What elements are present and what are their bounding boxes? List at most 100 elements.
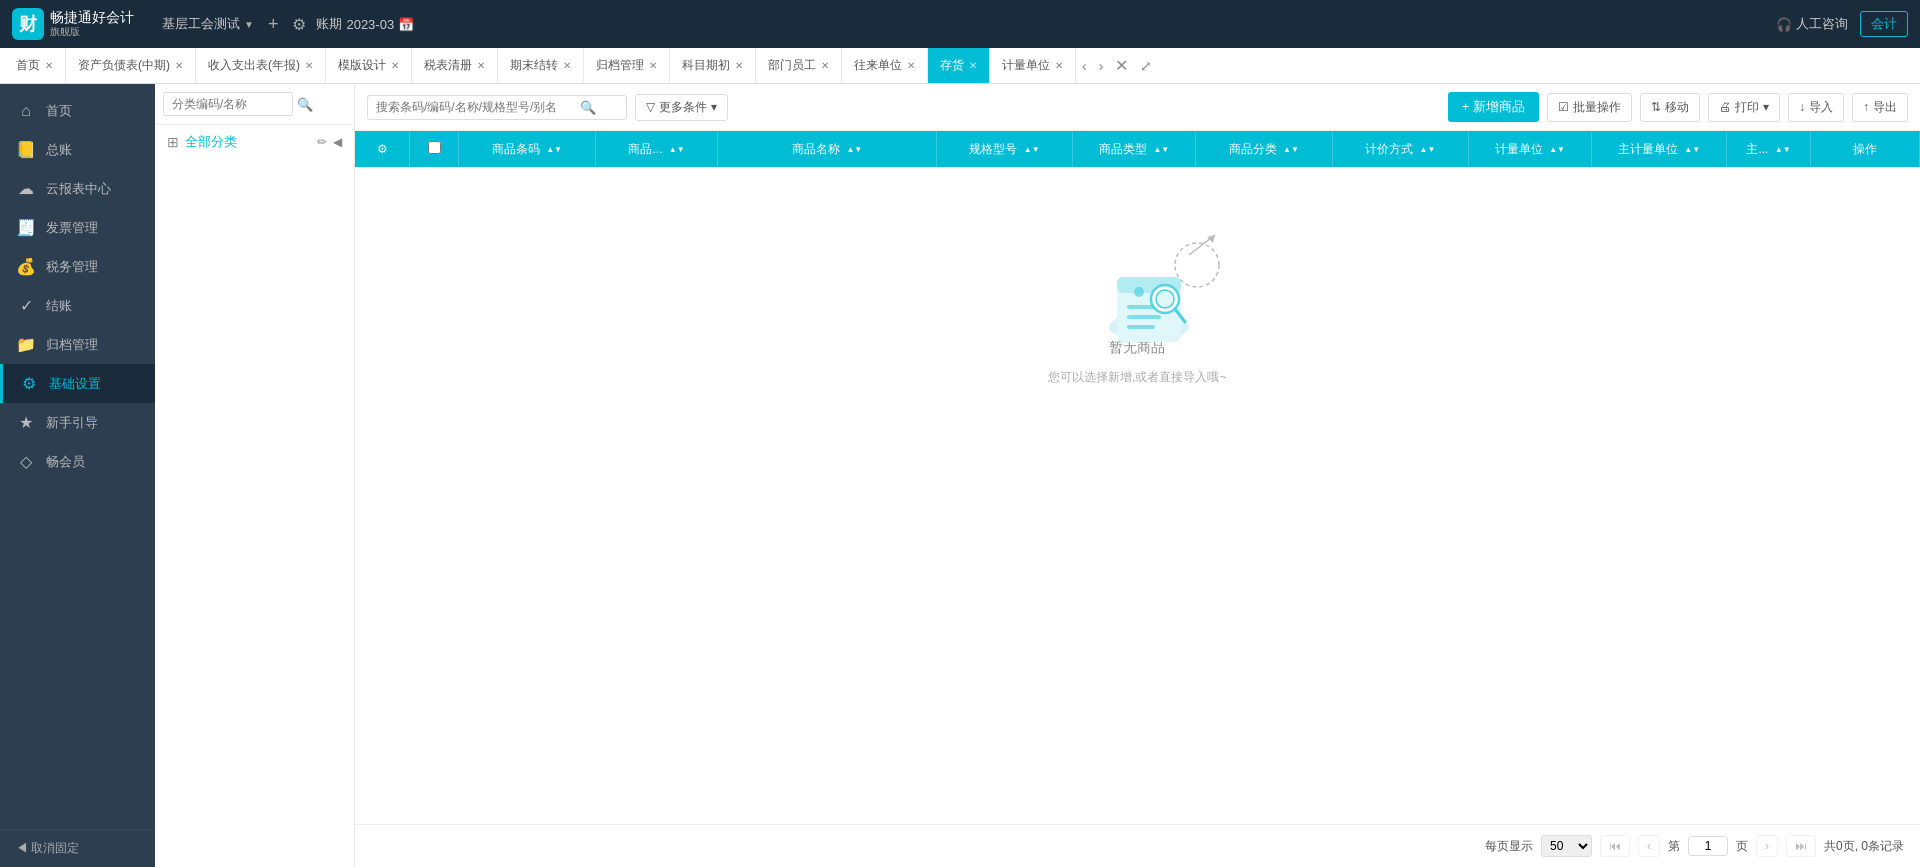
sort-icon[interactable]: ▲▼ (1549, 145, 1565, 154)
filter-button[interactable]: ▽ 更多条件 ▾ (635, 94, 728, 121)
close-icon[interactable]: ✕ (1055, 60, 1063, 71)
sort-icon[interactable]: ▲▼ (546, 145, 562, 154)
close-icon[interactable]: ✕ (821, 60, 829, 71)
close-icon[interactable]: ✕ (477, 60, 485, 71)
close-icon[interactable]: ✕ (305, 60, 313, 71)
settings-icon[interactable]: ⚙ (292, 15, 306, 34)
sort-icon[interactable]: ▲▼ (1153, 145, 1169, 154)
sidebar-label: 发票管理 (46, 219, 98, 237)
close-icon[interactable]: ✕ (391, 60, 399, 71)
col-barcode-header[interactable]: 商品条码 ▲▼ (459, 131, 595, 167)
next-page-button[interactable]: › (1756, 835, 1778, 857)
col-checkbox[interactable] (410, 131, 459, 167)
col-category-header[interactable]: 商品分类 ▲▼ (1196, 131, 1332, 167)
sort-icon[interactable]: ▲▼ (846, 145, 862, 154)
category-search-area: 🔍 (155, 84, 354, 125)
archive-icon: 📁 (16, 335, 36, 354)
headset-icon: 🎧 (1776, 17, 1792, 32)
company-selector[interactable]: 基层工会测试 ▼ (162, 15, 254, 33)
category-collapse-icon[interactable]: ◀ (333, 135, 342, 149)
category-edit-icon[interactable]: ✏ (317, 135, 327, 149)
sidebar-item-ledger[interactable]: 📒 总账 (0, 130, 155, 169)
close-icon[interactable]: ✕ (907, 60, 915, 71)
add-product-button[interactable]: + 新增商品 (1448, 92, 1539, 122)
table-header-row: ⚙ 商品条码 ▲▼ 商品... ▲▼ (355, 131, 1920, 167)
col-type-header[interactable]: 商品类型 ▲▼ (1073, 131, 1196, 167)
sidebar-item-settle[interactable]: ✓ 结账 (0, 286, 155, 325)
product-search-icon[interactable]: 🔍 (580, 100, 596, 115)
prev-page-button[interactable]: ‹ (1638, 835, 1660, 857)
filter-icon: ▽ (646, 100, 655, 114)
sidebar-item-member[interactable]: ◇ 畅会员 (0, 442, 155, 481)
tab-period-end[interactable]: 期末结转 ✕ (498, 48, 584, 84)
calendar-icon[interactable]: 📅 (398, 17, 414, 32)
sort-icon[interactable]: ▲▼ (1024, 145, 1040, 154)
col-spec-header[interactable]: 规格型号 ▲▼ (936, 131, 1072, 167)
current-page-input[interactable] (1688, 836, 1728, 856)
print-button[interactable]: 🖨 打印 ▾ (1708, 93, 1780, 122)
close-all-tabs-button[interactable]: ✕ (1109, 56, 1134, 75)
col-unit-header[interactable]: 计量单位 ▲▼ (1469, 131, 1592, 167)
col-label: 主计量单位 (1618, 142, 1678, 156)
sidebar-item-tax[interactable]: 💰 税务管理 (0, 247, 155, 286)
tab-scroll-right[interactable]: › (1093, 58, 1110, 74)
tab-income[interactable]: 收入支出表(年报) ✕ (196, 48, 326, 84)
col-extra-header[interactable]: 主... ▲▼ (1727, 131, 1811, 167)
col-main-unit-header[interactable]: 主计量单位 ▲▼ (1591, 131, 1726, 167)
close-icon[interactable]: ✕ (45, 60, 53, 71)
tab-unit[interactable]: 计量单位 ✕ (990, 48, 1076, 84)
close-icon[interactable]: ✕ (175, 60, 183, 71)
tab-subject[interactable]: 科目期初 ✕ (670, 48, 756, 84)
close-icon[interactable]: ✕ (563, 60, 571, 71)
batch-action-button[interactable]: ☑ 批量操作 (1547, 93, 1632, 122)
close-icon[interactable]: ✕ (969, 60, 977, 71)
grid-icon: ⊞ (167, 134, 179, 150)
sidebar-item-archive[interactable]: 📁 归档管理 (0, 325, 155, 364)
logo-icon: 财 (12, 8, 44, 40)
header-right: 🎧 人工咨询 会计 (1776, 11, 1908, 37)
category-search-icon[interactable]: 🔍 (297, 97, 313, 112)
category-all[interactable]: ⊞ 全部分类 ✏ ◀ (155, 125, 354, 159)
col-settings[interactable]: ⚙ (355, 131, 410, 167)
first-page-button[interactable]: ⏮ (1600, 835, 1630, 857)
last-page-button[interactable]: ⏭ (1786, 835, 1816, 857)
add-tab-button[interactable]: + (268, 14, 279, 35)
sidebar-item-home[interactable]: ⌂ 首页 (0, 92, 155, 130)
sort-icon[interactable]: ▲▼ (1283, 145, 1299, 154)
export-button[interactable]: ↑ 导出 (1852, 93, 1908, 122)
kuaiji-button[interactable]: 会计 (1860, 11, 1908, 37)
sidebar-item-settings[interactable]: ⚙ 基础设置 (0, 364, 155, 403)
sort-icon[interactable]: ▲▼ (1420, 145, 1436, 154)
consult-button[interactable]: 🎧 人工咨询 (1776, 15, 1848, 33)
unpin-button[interactable]: ◀ 取消固定 (0, 829, 155, 867)
move-button[interactable]: ⇅ 移动 (1640, 93, 1700, 122)
category-search-input[interactable] (163, 92, 293, 116)
close-icon[interactable]: ✕ (735, 60, 743, 71)
tab-home[interactable]: 首页 ✕ (4, 48, 66, 84)
tab-tax-table[interactable]: 税表清册 ✕ (412, 48, 498, 84)
tab-archive[interactable]: 归档管理 ✕ (584, 48, 670, 84)
col-code-header[interactable]: 商品... ▲▼ (595, 131, 718, 167)
right-panel: 🔍 ▽ 更多条件 ▾ + 新增商品 ☑ 批量操作 ⇅ 移 (355, 84, 1920, 867)
sort-icon[interactable]: ▲▼ (1775, 145, 1791, 154)
col-name-header[interactable]: 商品名称 ▲▼ (718, 131, 936, 167)
sidebar-item-guide[interactable]: ★ 新手引导 (0, 403, 155, 442)
sidebar-item-reports[interactable]: ☁ 云报表中心 (0, 169, 155, 208)
sort-icon[interactable]: ▲▼ (669, 145, 685, 154)
expand-icon[interactable]: ⤢ (1134, 58, 1158, 74)
close-icon[interactable]: ✕ (649, 60, 657, 71)
sidebar-item-invoice[interactable]: 🧾 发票管理 (0, 208, 155, 247)
product-search-input[interactable] (376, 100, 576, 114)
tab-template[interactable]: 模版设计 ✕ (326, 48, 412, 84)
col-price-header[interactable]: 计价方式 ▲▼ (1332, 131, 1468, 167)
sort-icon[interactable]: ▲▼ (1684, 145, 1700, 154)
tab-inventory[interactable]: 存货 ✕ (928, 48, 990, 84)
tab-dept[interactable]: 部门员工 ✕ (756, 48, 842, 84)
tab-asset[interactable]: 资产负债表(中期) ✕ (66, 48, 196, 84)
import-button[interactable]: ↓ 导入 (1788, 93, 1844, 122)
empty-sub-text: 您可以选择新增,或者直接导入哦~ (1048, 369, 1226, 386)
select-all-checkbox[interactable] (428, 141, 441, 154)
page-size-select[interactable]: 50 20 100 (1541, 835, 1592, 857)
tab-scroll-left[interactable]: ‹ (1076, 58, 1093, 74)
tab-contacts[interactable]: 往来单位 ✕ (842, 48, 928, 84)
